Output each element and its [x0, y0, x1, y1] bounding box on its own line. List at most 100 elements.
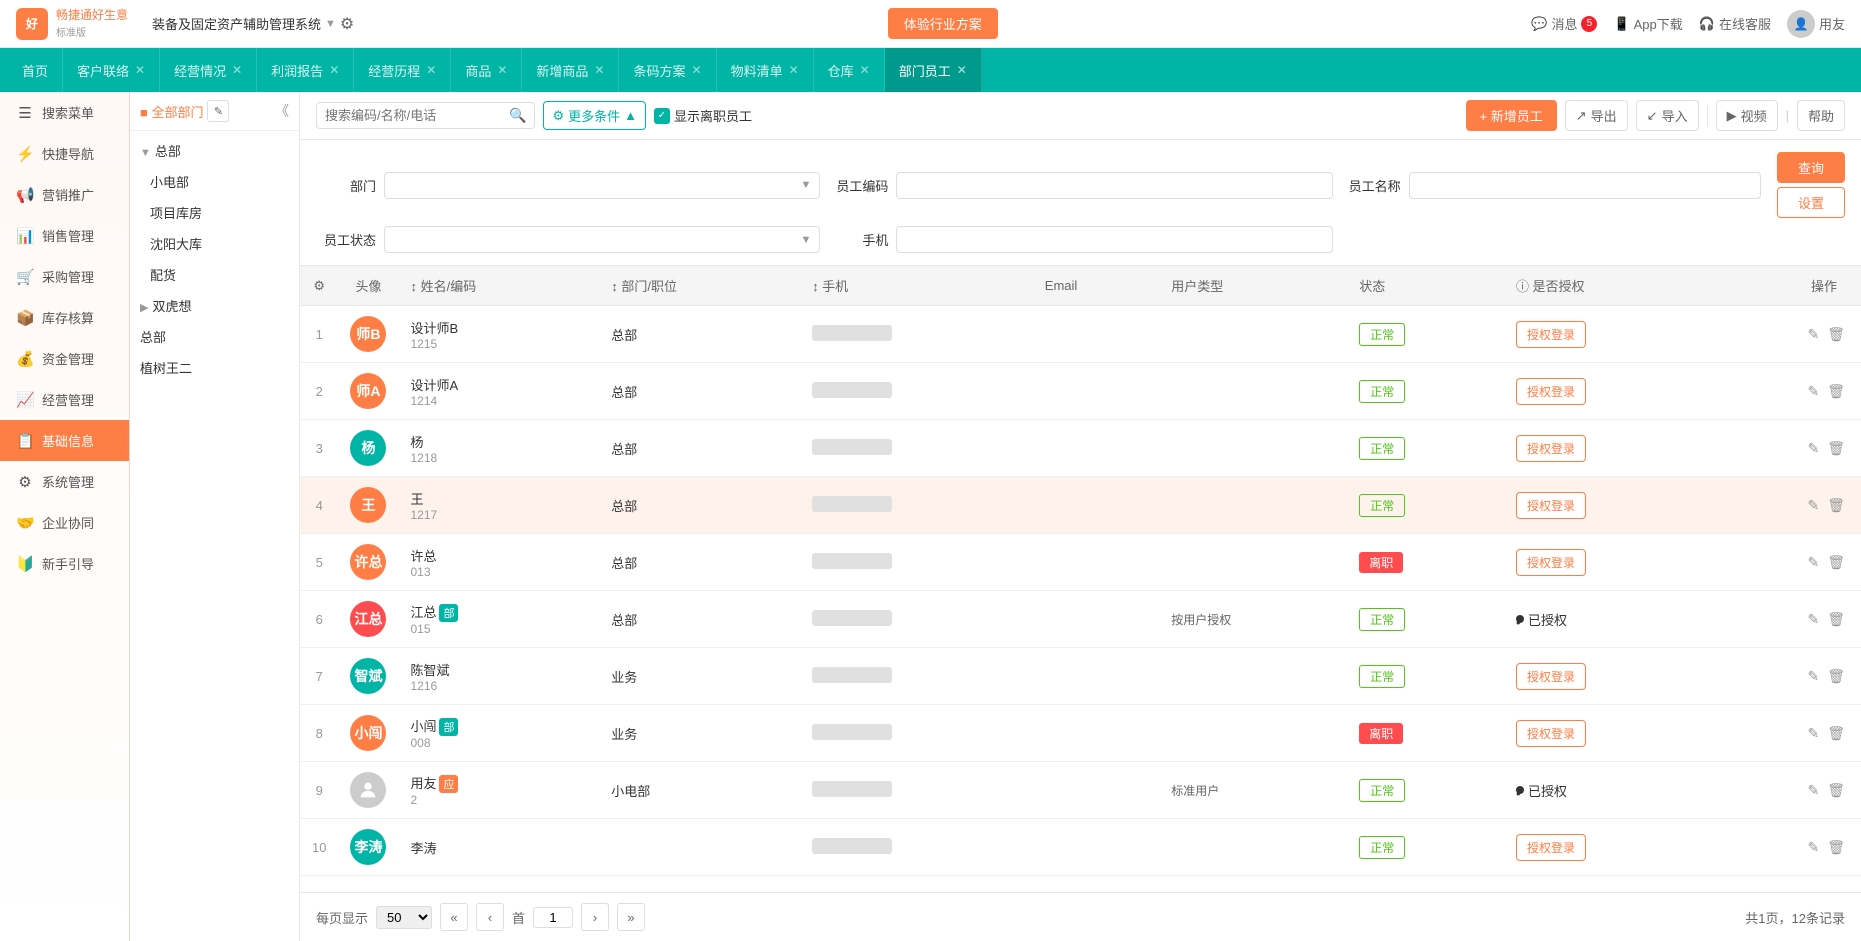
tab-warehouse[interactable]: 仓库 ✕ — [814, 48, 885, 92]
sidebar-item-marketing[interactable]: 📢 营销推广 — [0, 174, 129, 215]
show-inactive-toggle[interactable]: ✓ 显示离职员工 — [654, 106, 752, 125]
help-button[interactable]: 帮助 — [1797, 100, 1845, 131]
prev-page-btn[interactable]: ‹ — [476, 903, 504, 931]
sidebar-item-shortcut[interactable]: ⚡ 快捷导航 — [0, 133, 129, 174]
last-page-btn[interactable]: » — [617, 903, 645, 931]
tab-barcode[interactable]: 条码方案 ✕ — [619, 48, 716, 92]
delete-icon[interactable]: 🗑 — [1827, 326, 1845, 343]
tab-close-operation[interactable]: ✕ — [232, 63, 242, 77]
filter-phone-input[interactable] — [896, 226, 1332, 253]
edit-icon[interactable]: ✎ — [1807, 440, 1819, 457]
auth-login-btn[interactable]: 授权登录 — [1516, 549, 1586, 576]
edit-icon[interactable]: ✎ — [1807, 497, 1819, 514]
auth-login-btn[interactable]: 授权登录 — [1516, 378, 1586, 405]
delete-icon[interactable]: 🗑 — [1827, 782, 1845, 799]
tab-customer[interactable]: 客户联络 ✕ — [63, 48, 160, 92]
dept-node-headquarters2[interactable]: 总部 — [130, 321, 299, 352]
sidebar-item-operation[interactable]: 📈 经营管理 — [0, 379, 129, 420]
user-avatar[interactable]: 👤 用友 — [1787, 10, 1845, 38]
video-button[interactable]: ▶视频 — [1716, 100, 1778, 131]
add-employee-button[interactable]: + 新增员工 — [1466, 100, 1557, 131]
tab-department[interactable]: 部门员工 ✕ — [885, 48, 982, 92]
auth-login-btn[interactable]: 授权登录 — [1516, 435, 1586, 462]
filter-status-input[interactable] — [393, 232, 800, 247]
message-btn[interactable]: 💬 消息 5 — [1531, 14, 1597, 33]
sidebar-item-sales[interactable]: 📊 销售管理 — [0, 215, 129, 256]
edit-icon[interactable]: ✎ — [1807, 725, 1819, 742]
import-button[interactable]: ↙导入 — [1636, 100, 1699, 131]
tab-close-add-goods[interactable]: ✕ — [594, 63, 604, 77]
sidebar-item-basic[interactable]: 📋 基础信息 — [0, 420, 129, 461]
first-page-btn[interactable]: « — [440, 903, 468, 931]
delete-icon[interactable]: 🗑 — [1827, 554, 1845, 571]
delete-icon[interactable]: 🗑 — [1827, 440, 1845, 457]
tab-close-department[interactable]: ✕ — [957, 63, 967, 77]
auth-login-btn[interactable]: 授权登录 — [1516, 492, 1586, 519]
tab-close-warehouse[interactable]: ✕ — [860, 63, 870, 77]
system-title[interactable]: 装备及固定资产辅助管理系统 ▼ ⚙ — [152, 14, 354, 34]
dept-node-delivery[interactable]: 配货 — [130, 259, 299, 290]
tab-close-goods[interactable]: ✕ — [497, 63, 507, 77]
tab-close-history[interactable]: ✕ — [426, 63, 436, 77]
edit-icon[interactable]: ✎ — [1807, 326, 1819, 343]
sidebar-item-search[interactable]: ☰ 搜索菜单 — [0, 92, 129, 133]
tab-close-barcode[interactable]: ✕ — [692, 63, 702, 77]
tab-history[interactable]: 经营历程 ✕ — [354, 48, 451, 92]
tab-operation[interactable]: 经营情况 ✕ — [160, 48, 257, 92]
tab-close-profit[interactable]: ✕ — [329, 63, 339, 77]
settings-icon[interactable]: ⚙ — [340, 14, 354, 34]
edit-icon[interactable]: ✎ — [1807, 668, 1819, 685]
tab-home[interactable]: 首页 — [8, 48, 63, 92]
dept-node-small-elec[interactable]: 小电部 — [130, 166, 299, 197]
trial-button[interactable]: 体验行业方案 — [888, 8, 998, 39]
sidebar-item-guide[interactable]: 🔰 新手引导 — [0, 543, 129, 584]
sidebar-item-collab[interactable]: 🤝 企业协同 — [0, 502, 129, 543]
delete-icon[interactable]: 🗑 — [1827, 668, 1845, 685]
dept-node-project-storage[interactable]: 项目库房 — [130, 197, 299, 228]
edit-icon[interactable]: ✎ — [1807, 782, 1819, 799]
tab-goods[interactable]: 商品 ✕ — [451, 48, 522, 92]
auth-login-btn[interactable]: 授权登录 — [1516, 834, 1586, 861]
edit-icon[interactable]: ✎ — [1807, 839, 1819, 856]
auth-login-btn[interactable]: 授权登录 — [1516, 321, 1586, 348]
dept-edit-btn[interactable]: ✎ — [207, 100, 229, 122]
dept-collapse-btn[interactable]: 《 — [275, 101, 289, 121]
delete-icon[interactable]: 🗑 — [1827, 725, 1845, 742]
reset-button[interactable]: 设置 — [1777, 187, 1845, 218]
delete-icon[interactable]: 🗑 — [1827, 383, 1845, 400]
dept-node-zhishu[interactable]: 植树王二 — [130, 352, 299, 383]
edit-icon[interactable]: ✎ — [1807, 383, 1819, 400]
dept-node-shuanghu[interactable]: ▶双虎想 — [130, 290, 299, 321]
tab-bom[interactable]: 物料清单 ✕ — [717, 48, 814, 92]
page-size-select[interactable]: 50 100 — [376, 906, 432, 929]
sidebar-item-inventory[interactable]: 📦 库存核算 — [0, 297, 129, 338]
sidebar-item-finance[interactable]: 💰 资金管理 — [0, 338, 129, 379]
next-page-btn[interactable]: › — [581, 903, 609, 931]
edit-icon[interactable]: ✎ — [1807, 554, 1819, 571]
tab-add-goods[interactable]: 新增商品 ✕ — [522, 48, 619, 92]
delete-icon[interactable]: 🗑 — [1827, 497, 1845, 514]
tab-close-customer[interactable]: ✕ — [135, 63, 145, 77]
export-button[interactable]: ↗导出 — [1565, 100, 1628, 131]
dept-node-headquarters-root[interactable]: ▼总部 — [130, 135, 299, 166]
search-button[interactable]: 查询 — [1777, 152, 1845, 183]
filter-empcode-input[interactable] — [896, 172, 1332, 199]
auth-login-btn[interactable]: 授权登录 — [1516, 663, 1586, 690]
show-inactive-checkbox[interactable]: ✓ — [654, 108, 670, 124]
tab-profit[interactable]: 利润报告 ✕ — [257, 48, 354, 92]
app-download-btn[interactable]: 📱 App下载 — [1613, 14, 1682, 33]
edit-icon[interactable]: ✎ — [1807, 611, 1819, 628]
delete-icon[interactable]: 🗑 — [1827, 611, 1845, 628]
sidebar-item-system[interactable]: ⚙ 系统管理 — [0, 461, 129, 502]
search-icon[interactable]: 🔍 — [509, 107, 526, 124]
dept-node-shenyang[interactable]: 沈阳大库 — [130, 228, 299, 259]
filter-dept-input[interactable] — [393, 178, 800, 193]
sidebar-item-purchase[interactable]: 🛒 采购管理 — [0, 256, 129, 297]
online-service-btn[interactable]: 🎧 在线客服 — [1699, 14, 1771, 33]
delete-icon[interactable]: 🗑 — [1827, 839, 1845, 856]
auth-login-btn[interactable]: 授权登录 — [1516, 720, 1586, 747]
search-input[interactable] — [325, 108, 505, 123]
page-input[interactable] — [533, 907, 573, 928]
filter-empname-input[interactable] — [1409, 172, 1761, 199]
tab-close-bom[interactable]: ✕ — [789, 63, 799, 77]
